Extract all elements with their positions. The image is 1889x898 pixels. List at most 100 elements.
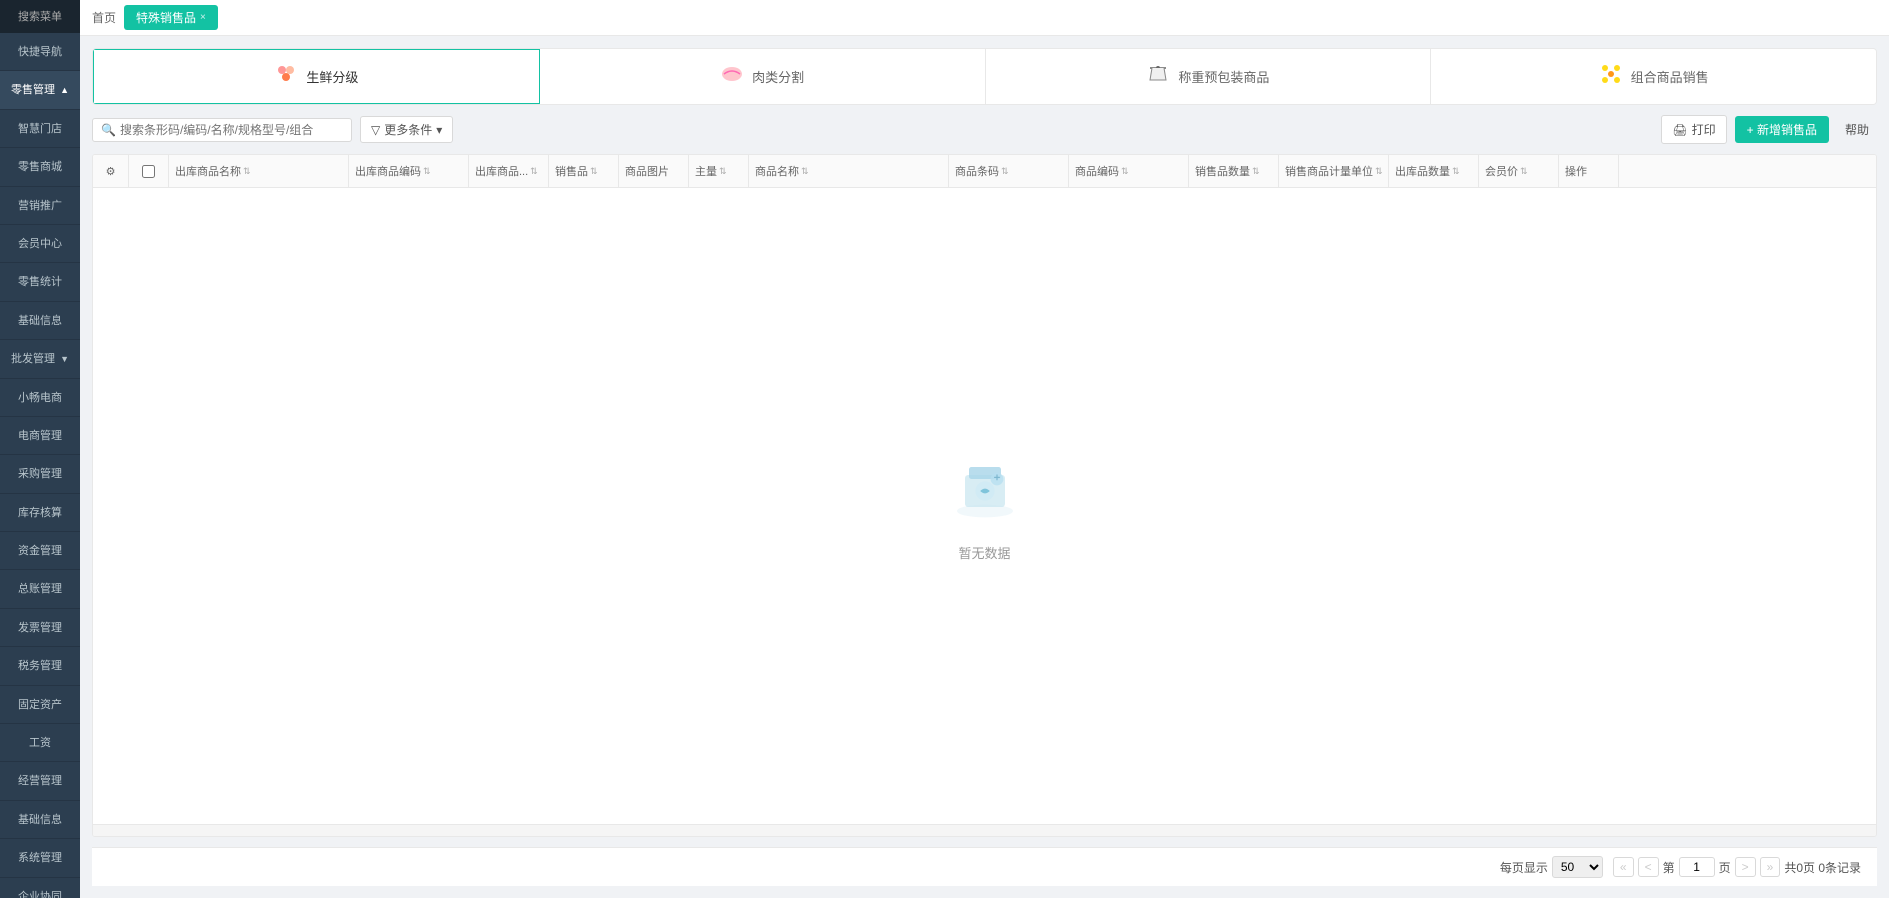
active-tab[interactable]: 特殊销售品 ×: [124, 5, 218, 30]
filter-arrow-icon: ▾: [436, 123, 442, 137]
page-number-input[interactable]: [1679, 857, 1715, 877]
sidebar-item-wholesale-mgmt[interactable]: 批发管理 ▼: [0, 340, 80, 378]
total-records-label: 共0页 0条记录: [1784, 859, 1861, 876]
page-unit-label: 页: [1719, 859, 1731, 876]
toolbar-left: 🔍 ▽ 更多条件 ▾: [92, 116, 453, 143]
th-sale-goods[interactable]: 销售品 ⇅: [549, 155, 619, 187]
sidebar-item-inventory[interactable]: 库存核算: [0, 494, 80, 532]
sort-icon: ⇅: [719, 166, 727, 177]
th-out-name[interactable]: 出库商品名称 ⇅: [169, 155, 349, 187]
th-goods-code[interactable]: 商品编码 ⇅: [1069, 155, 1189, 187]
th-gear[interactable]: ⚙: [93, 155, 129, 187]
data-table: ⚙ 出库商品名称 ⇅ 出库商品编码 ⇅ 出库商品... ⇅: [92, 154, 1877, 837]
sidebar-item-basic-info[interactable]: 基础信息: [0, 302, 80, 340]
close-tab-icon[interactable]: ×: [200, 12, 206, 23]
home-tab[interactable]: 首页: [92, 9, 116, 26]
th-main[interactable]: 主量 ⇅: [689, 155, 749, 187]
fresh-grade-icon: [274, 62, 298, 91]
empty-text: 暂无数据: [958, 543, 1010, 562]
next-page-button[interactable]: >: [1735, 857, 1756, 877]
sidebar-item-fixed-assets[interactable]: 固定资产: [0, 686, 80, 724]
empty-illustration: [945, 451, 1025, 531]
sidebar-item-invoice-mgmt[interactable]: 发票管理: [0, 609, 80, 647]
search-box[interactable]: 🔍: [92, 118, 352, 142]
search-icon: 🔍: [101, 123, 116, 137]
horizontal-scrollbar[interactable]: [93, 824, 1876, 836]
toolbar-right: 🖨 打印 + 新增销售品 帮助: [1661, 115, 1877, 144]
th-sale-qty[interactable]: 销售品数量 ⇅: [1189, 155, 1279, 187]
sort-icon: ⇅: [1121, 166, 1129, 177]
first-page-button[interactable]: «: [1613, 857, 1634, 877]
sidebar-item-member-center[interactable]: 会员中心: [0, 225, 80, 263]
sidebar-search-menu[interactable]: 搜索菜单: [0, 0, 80, 33]
sidebar-item-ec-mgmt[interactable]: 电商管理: [0, 417, 80, 455]
sort-icon: ⇅: [801, 166, 809, 177]
page-label: 第: [1663, 859, 1675, 876]
th-sale-unit[interactable]: 销售商品计量单位 ⇅: [1279, 155, 1389, 187]
tab-fresh-grade[interactable]: 生鲜分级: [92, 48, 541, 105]
prev-page-button[interactable]: <: [1638, 857, 1659, 877]
sidebar-item-quick-nav[interactable]: 快捷导航: [0, 33, 80, 71]
sidebar-item-basic-info2[interactable]: 基础信息: [0, 801, 80, 839]
category-tabs: 生鲜分级 肉类分割 称重预包装商品 组合商品销售: [92, 48, 1877, 105]
sidebar-item-purchase-mgmt[interactable]: 采购管理: [0, 455, 80, 493]
last-page-button[interactable]: »: [1760, 857, 1781, 877]
topbar: 首页 特殊销售品 ×: [80, 0, 1889, 36]
sort-icon: ⇅: [423, 166, 431, 177]
tab-scale-pkg[interactable]: 称重预包装商品: [986, 49, 1432, 104]
sidebar-item-general-ledger[interactable]: 总账管理: [0, 570, 80, 608]
table-body: 暂无数据: [93, 188, 1876, 824]
th-goods-name[interactable]: 商品名称 ⇅: [749, 155, 949, 187]
combo-sale-icon: [1599, 62, 1623, 91]
sort-icon: ⇅: [1452, 166, 1460, 177]
tab-combo-sale[interactable]: 组合商品销售: [1431, 49, 1876, 104]
print-button[interactable]: 🖨 打印: [1661, 115, 1726, 144]
th-img[interactable]: 商品图片: [619, 155, 689, 187]
print-icon: 🖨: [1672, 123, 1687, 137]
filter-button[interactable]: ▽ 更多条件 ▾: [360, 116, 453, 143]
toolbar: 🔍 ▽ 更多条件 ▾ 🖨 打印 + 新增销售品 帮助: [92, 115, 1877, 144]
pagination-bar: 每页显示 10 20 50 100 « < 第 页 > » 共0页 0条记录: [92, 847, 1877, 886]
filter-icon: ▽: [371, 123, 380, 137]
th-barcode[interactable]: 商品条码 ⇅: [949, 155, 1069, 187]
select-all-checkbox[interactable]: [142, 165, 155, 178]
scale-pkg-icon: [1146, 62, 1170, 91]
sort-icon: ⇅: [1001, 166, 1009, 177]
page-navigation: « < 第 页 > » 共0页 0条记录: [1613, 857, 1861, 877]
page-size-selector: 每页显示 10 20 50 100: [1500, 856, 1603, 878]
sidebar-item-sales-promo[interactable]: 营销推广: [0, 187, 80, 225]
sidebar-item-ops-mgmt[interactable]: 经营管理: [0, 762, 80, 800]
th-op: 操作: [1559, 155, 1619, 187]
sort-icon: ⇅: [530, 166, 538, 177]
sidebar-item-tax-mgmt[interactable]: 税务管理: [0, 647, 80, 685]
sidebar-item-smart-store[interactable]: 智慧门店: [0, 110, 80, 148]
search-input[interactable]: [120, 123, 343, 137]
empty-state: 暂无数据: [945, 451, 1025, 562]
help-button[interactable]: 帮助: [1837, 116, 1877, 143]
sidebar-item-retail-mgmt[interactable]: 零售管理 ▲: [0, 71, 80, 109]
th-member-price[interactable]: 会员价 ⇅: [1479, 155, 1559, 187]
tab-meat-cut[interactable]: 肉类分割: [540, 49, 986, 104]
sort-icon: ⇅: [1375, 166, 1383, 177]
sidebar-item-wages[interactable]: 工资: [0, 724, 80, 762]
sidebar-item-fund-mgmt[interactable]: 资金管理: [0, 532, 80, 570]
th-out-code[interactable]: 出库商品编码 ⇅: [349, 155, 469, 187]
page-size-select[interactable]: 10 20 50 100: [1552, 856, 1603, 878]
meat-cut-icon: [720, 62, 744, 91]
sidebar-item-retail-stats[interactable]: 零售统计: [0, 263, 80, 301]
sort-icon: ⇅: [1252, 166, 1260, 177]
page-content: 生鲜分级 肉类分割 称重预包装商品 组合商品销售: [80, 36, 1889, 898]
add-sale-goods-button[interactable]: + 新增销售品: [1735, 116, 1829, 143]
sidebar-item-enterprise[interactable]: 企业协同: [0, 878, 80, 898]
sidebar-item-retail-mall[interactable]: 零售商城: [0, 148, 80, 186]
table-header: ⚙ 出库商品名称 ⇅ 出库商品编码 ⇅ 出库商品... ⇅: [93, 155, 1876, 188]
sidebar: 搜索菜单 快捷导航 零售管理 ▲ 智慧门店 零售商城 营销推广 会员中心 零售统…: [0, 0, 80, 898]
th-out-sku[interactable]: 出库商品... ⇅: [469, 155, 549, 187]
gear-icon: ⚙: [106, 165, 116, 178]
sidebar-item-mini-ec[interactable]: 小畅电商: [0, 379, 80, 417]
sidebar-item-sys-mgmt[interactable]: 系统管理: [0, 839, 80, 877]
th-out-qty[interactable]: 出库品数量 ⇅: [1389, 155, 1479, 187]
sort-icon: ⇅: [590, 166, 598, 177]
th-checkbox[interactable]: [129, 155, 169, 187]
sort-icon: ⇅: [1520, 166, 1528, 177]
